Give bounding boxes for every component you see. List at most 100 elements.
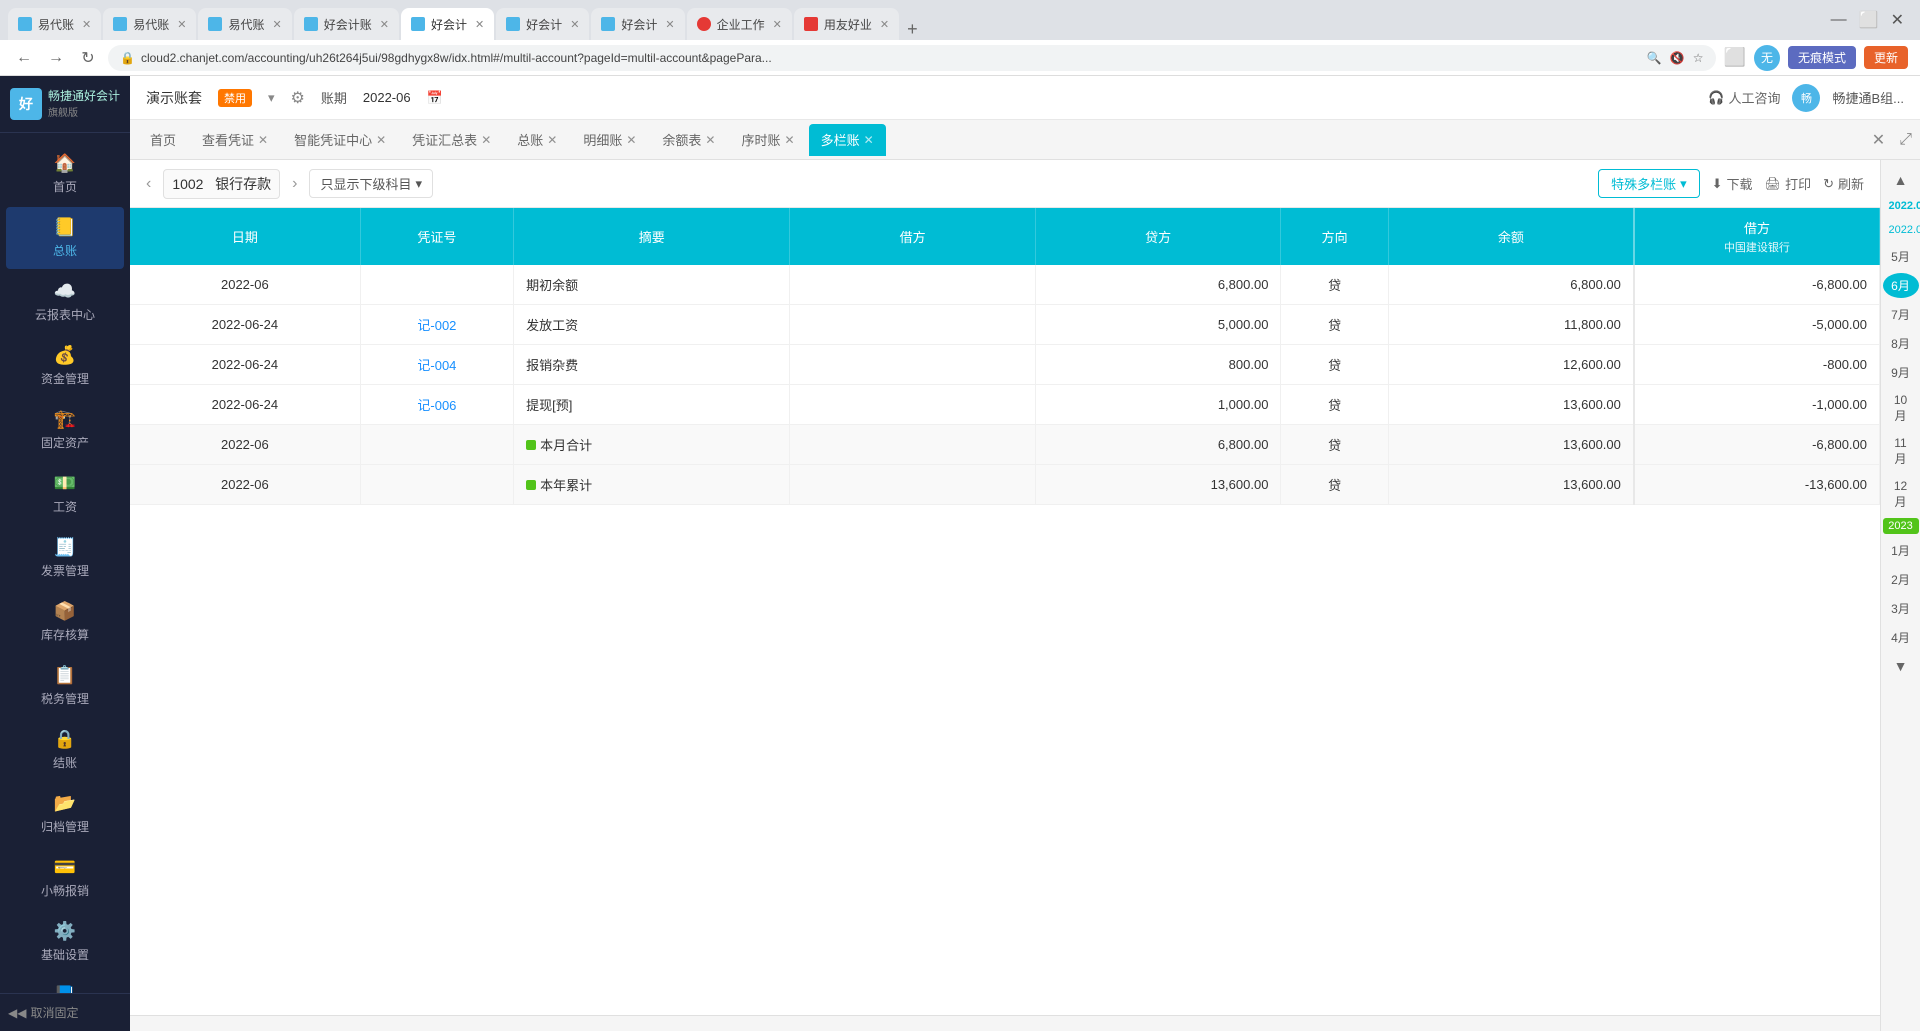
cell-voucher[interactable]: 记-004 — [360, 345, 513, 385]
tab-balance-sheet[interactable]: 余额表 ✕ — [650, 124, 727, 156]
tab-close-voucher-summary[interactable]: ✕ — [481, 133, 491, 147]
calendar-icon[interactable]: 📅 — [427, 90, 443, 106]
month-11[interactable]: 11月 — [1883, 432, 1919, 471]
sidebar-item-expense[interactable]: 💳 小畅报销 — [6, 847, 124, 909]
browser-tab-5[interactable]: 好会计 ✕ — [401, 8, 494, 40]
maximize-button[interactable]: ⬜ — [1859, 10, 1879, 30]
address-bar[interactable]: 🔒 cloud2.chanjet.com/accounting/uh26t264… — [108, 45, 1716, 71]
tab-home[interactable]: 首页 — [138, 124, 188, 156]
pin-button[interactable]: ◀◀ 取消固定 — [8, 1004, 122, 1021]
browser-tab-1[interactable]: 易代账 ✕ — [8, 8, 101, 40]
month-1[interactable]: 1月 — [1883, 538, 1919, 563]
month-8[interactable]: 8月 — [1883, 331, 1919, 356]
minimize-button[interactable]: — — [1831, 11, 1847, 29]
tab-smart-voucher[interactable]: 智能凭证中心 ✕ — [282, 124, 398, 156]
profile-icon[interactable]: 无 — [1754, 45, 1780, 71]
voucher-link[interactable]: 记-006 — [417, 398, 456, 413]
next-account-button[interactable]: › — [292, 175, 297, 193]
month-4[interactable]: 4月 — [1883, 625, 1919, 650]
tab-close-multi-column[interactable]: ✕ — [864, 133, 874, 147]
prev-account-button[interactable]: ‹ — [146, 175, 151, 193]
tab-close-general-ledger[interactable]: ✕ — [547, 133, 557, 147]
bookmark-icon[interactable]: ☆ — [1693, 51, 1704, 65]
tab-close-voucher-view[interactable]: ✕ — [258, 133, 268, 147]
download-button[interactable]: ⬇ 下载 — [1712, 174, 1753, 193]
back-button[interactable]: ← — [12, 49, 36, 67]
sidebar-item-ledger[interactable]: 📒 总账 — [6, 207, 124, 269]
tab-close-8[interactable]: ✕ — [773, 18, 782, 31]
browser-tab-6[interactable]: 好会计 ✕ — [496, 8, 589, 40]
sidebar-item-inventory[interactable]: 📦 库存核算 — [6, 591, 124, 653]
tab-close-5[interactable]: ✕ — [475, 18, 484, 31]
browser-tab-4[interactable]: 好会计账 ✕ — [294, 8, 399, 40]
month-5[interactable]: 5月 — [1883, 244, 1919, 269]
month-7[interactable]: 7月 — [1883, 302, 1919, 327]
extensions-icon[interactable]: ⬜ — [1724, 47, 1746, 68]
close-window-button[interactable]: ✕ — [1891, 10, 1904, 30]
expand-panel-button[interactable]: ⤢ — [1899, 131, 1912, 149]
special-multi-column-button[interactable]: 特殊多栏账 ▾ — [1598, 169, 1700, 198]
forward-button[interactable]: → — [44, 49, 68, 67]
tab-close-2[interactable]: ✕ — [177, 18, 186, 31]
bottom-scrollbar[interactable] — [130, 1015, 1880, 1031]
browser-tab-8[interactable]: 企业工作 ✕ — [687, 8, 792, 40]
scroll-up-button[interactable]: ▲ — [1890, 168, 1912, 192]
browser-tab-9[interactable]: 用友好业 ✕ — [794, 8, 899, 40]
tab-close-9[interactable]: ✕ — [880, 18, 889, 31]
tab-close-smart-voucher[interactable]: ✕ — [376, 133, 386, 147]
update-button[interactable]: 更新 — [1864, 46, 1908, 69]
tab-close-detail-ledger[interactable]: ✕ — [626, 133, 636, 147]
sidebar-item-home[interactable]: 🏠 首页 — [6, 143, 124, 205]
browser-tab-7[interactable]: 好会计 ✕ — [591, 8, 684, 40]
month-2[interactable]: 2月 — [1883, 567, 1919, 592]
tab-close-sequence-ledger[interactable]: ✕ — [785, 133, 795, 147]
cell-voucher[interactable]: 记-006 — [360, 385, 513, 425]
incognito-button[interactable]: 无痕模式 — [1788, 46, 1856, 69]
tab-close-3[interactable]: ✕ — [272, 18, 281, 31]
sidebar-item-settings[interactable]: ⚙️ 基础设置 — [6, 911, 124, 973]
sidebar-item-invoice[interactable]: 🧾 发票管理 — [6, 527, 124, 589]
month-6[interactable]: 6月 — [1883, 273, 1919, 298]
tab-multi-column[interactable]: 多栏账 ✕ — [809, 124, 886, 156]
reload-button[interactable]: ↻ — [76, 48, 100, 68]
scroll-down-button[interactable]: ▼ — [1890, 654, 1912, 678]
sidebar-item-archive[interactable]: 📂 归档管理 — [6, 783, 124, 845]
consult-button[interactable]: 🎧 人工咨询 — [1708, 88, 1780, 107]
voucher-link[interactable]: 记-004 — [417, 358, 456, 373]
month-12[interactable]: 12月 — [1883, 475, 1919, 514]
voucher-link[interactable]: 记-002 — [417, 318, 456, 333]
new-tab-button[interactable]: + — [901, 19, 924, 40]
tab-general-ledger[interactable]: 总账 ✕ — [505, 124, 569, 156]
tab-close-1[interactable]: ✕ — [82, 18, 91, 31]
browser-tab-3[interactable]: 易代账 ✕ — [198, 8, 291, 40]
sidebar-item-fixed-assets[interactable]: 🏗️ 固定资产 — [6, 399, 124, 461]
cell-voucher[interactable] — [360, 425, 513, 465]
sidebar-item-cloud-report[interactable]: ☁️ 云报表中心 — [6, 271, 124, 333]
browser-tab-2[interactable]: 易代账 ✕ — [103, 8, 196, 40]
mute-icon[interactable]: 🔇 — [1670, 51, 1685, 65]
print-button[interactable]: 🖨 打印 — [1765, 174, 1812, 193]
sidebar-item-close[interactable]: 🔒 结账 — [6, 719, 124, 781]
search-icon[interactable]: 🔍 — [1647, 51, 1662, 65]
tab-voucher-summary[interactable]: 凭证汇总表 ✕ — [400, 124, 503, 156]
sidebar-item-guide[interactable]: 📘 新手引导 — [6, 975, 124, 993]
topbar-settings-icon[interactable]: ⚙ — [291, 88, 305, 108]
cell-voucher[interactable] — [360, 465, 513, 505]
sidebar-item-funds[interactable]: 💰 资金管理 — [6, 335, 124, 397]
refresh-button[interactable]: ↻ 刷新 — [1823, 174, 1864, 193]
month-9[interactable]: 9月 — [1883, 360, 1919, 385]
month-10[interactable]: 10月 — [1883, 389, 1919, 428]
tab-voucher-view[interactable]: 查看凭证 ✕ — [190, 124, 280, 156]
tab-sequence-ledger[interactable]: 序时账 ✕ — [729, 124, 806, 156]
sidebar-item-salary[interactable]: 💵 工资 — [6, 463, 124, 525]
tab-close-4[interactable]: ✕ — [380, 18, 389, 31]
year-2023-label[interactable]: 2023 — [1883, 518, 1919, 534]
tab-detail-ledger[interactable]: 明细账 ✕ — [571, 124, 648, 156]
sidebar-item-tax[interactable]: 📋 税务管理 — [6, 655, 124, 717]
tab-close-6[interactable]: ✕ — [570, 18, 579, 31]
cell-voucher[interactable]: 记-002 — [360, 305, 513, 345]
tab-close-balance-sheet[interactable]: ✕ — [705, 133, 715, 147]
tab-close-7[interactable]: ✕ — [665, 18, 674, 31]
cell-voucher[interactable] — [360, 265, 513, 305]
filter-dropdown[interactable]: 只显示下级科目 ▾ — [309, 169, 433, 198]
